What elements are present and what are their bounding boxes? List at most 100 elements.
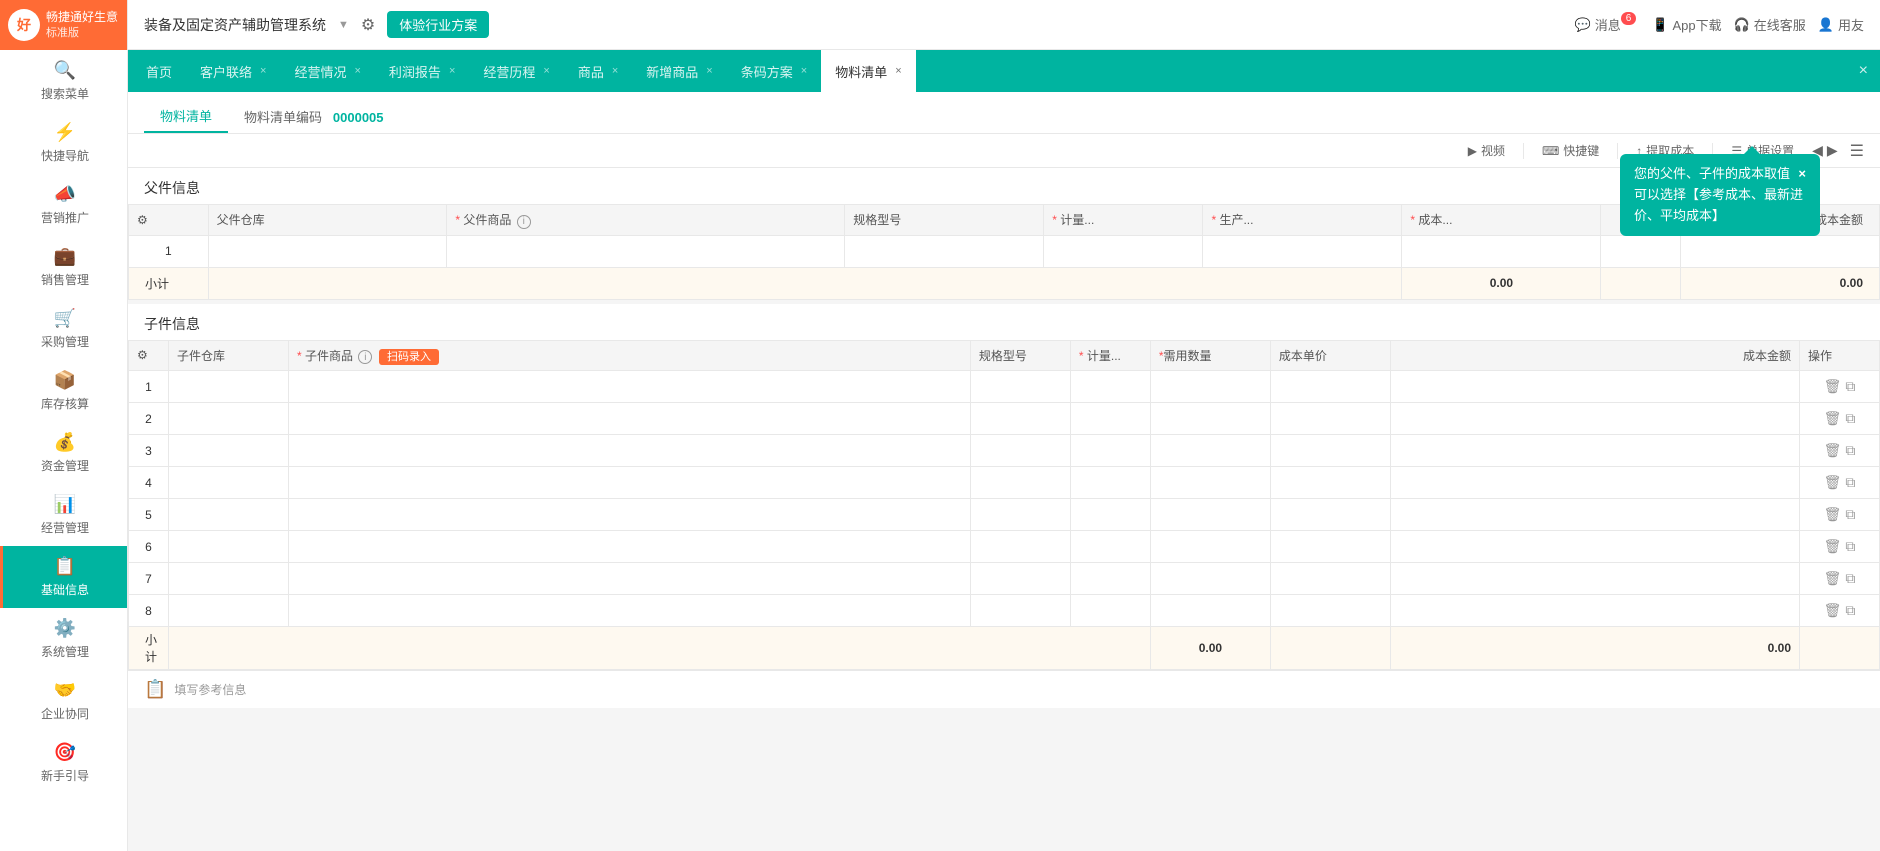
child-row-6-warehouse[interactable] <box>169 531 289 563</box>
child-row-2-warehouse[interactable] <box>169 403 289 435</box>
child-row-1-product[interactable] <box>289 371 971 403</box>
child-row-3-warehouse[interactable] <box>169 435 289 467</box>
child-row-2-qty[interactable] <box>1070 403 1150 435</box>
sidebar-item-quicknav[interactable]: ⚡ 快捷导航 <box>0 112 127 174</box>
child-row-6-need-qty[interactable] <box>1150 531 1270 563</box>
child-row-5-warehouse[interactable] <box>169 499 289 531</box>
child-row-6-product[interactable] <box>289 531 971 563</box>
tab-bom-close[interactable]: × <box>895 65 901 77</box>
child-row-6-unit-cost[interactable] <box>1270 531 1390 563</box>
child-th-settings[interactable]: ⚙ <box>129 340 169 371</box>
sidebar-item-operations[interactable]: 📊 经营管理 <box>0 484 127 546</box>
child-row-2-spec[interactable] <box>970 403 1070 435</box>
child-row-2-unit-cost[interactable] <box>1270 403 1390 435</box>
scan-button[interactable]: 扫码录入 <box>379 349 439 365</box>
child-row-2-need-qty[interactable] <box>1150 403 1270 435</box>
child-row-5-spec[interactable] <box>970 499 1070 531</box>
child-row-7-product[interactable] <box>289 563 971 595</box>
copy-icon-7[interactable]: ⧉ <box>1845 570 1855 587</box>
delete-icon-4[interactable]: 🗑 <box>1824 474 1842 491</box>
app-download-button[interactable]: 📱 App下载 <box>1652 15 1721 34</box>
sidebar-item-collab[interactable]: 🤝 企业协同 <box>0 670 127 732</box>
delete-icon-7[interactable]: 🗑 <box>1824 570 1842 587</box>
tab-bom[interactable]: 物料清单 × <box>821 50 915 92</box>
child-product-info-icon[interactable]: i <box>358 350 372 364</box>
child-row-4-unit-cost[interactable] <box>1270 467 1390 499</box>
child-row-3-product[interactable] <box>289 435 971 467</box>
child-row-4-product[interactable] <box>289 467 971 499</box>
tab-history-close[interactable]: × <box>543 65 549 77</box>
parent-qty-cell[interactable] <box>1044 235 1203 267</box>
tab-profit[interactable]: 利润报告 × <box>375 50 469 92</box>
shortcut-button[interactable]: ⌨ 快捷键 <box>1536 140 1605 161</box>
tab-customer-close[interactable]: × <box>260 65 266 77</box>
parent-spec-cell[interactable] <box>845 235 1044 267</box>
delete-icon-6[interactable]: 🗑 <box>1824 538 1842 555</box>
product-info-icon[interactable]: i <box>517 215 531 229</box>
sidebar-item-marketing[interactable]: 📣 营销推广 <box>0 174 127 236</box>
child-row-7-qty[interactable] <box>1070 563 1150 595</box>
child-row-5-qty[interactable] <box>1070 499 1150 531</box>
tab-product-close[interactable]: × <box>612 65 618 77</box>
nav-next-icon[interactable]: ▶ <box>1827 142 1838 159</box>
gear-icon[interactable]: ⚙ <box>361 15 375 35</box>
child-row-8-product[interactable] <box>289 595 971 627</box>
sidebar-item-guide[interactable]: 🎯 新手引导 <box>0 732 127 794</box>
child-row-8-unit-cost[interactable] <box>1270 595 1390 627</box>
sidebar-item-purchase[interactable]: 🛒 采购管理 <box>0 298 127 360</box>
child-row-6-qty[interactable] <box>1070 531 1150 563</box>
copy-icon-4[interactable]: ⧉ <box>1845 474 1855 491</box>
toolbar-menu-icon[interactable]: ☰ <box>1850 141 1864 161</box>
child-row-4-qty[interactable] <box>1070 467 1150 499</box>
sub-tab-bom-list[interactable]: 物料清单 <box>144 100 228 133</box>
child-row-7-need-qty[interactable] <box>1150 563 1270 595</box>
child-row-1-qty[interactable] <box>1070 371 1150 403</box>
close-all-tabs[interactable]: × <box>1851 62 1876 80</box>
child-row-7-unit-cost[interactable] <box>1270 563 1390 595</box>
tab-operations-close[interactable]: × <box>354 65 360 77</box>
child-row-5-unit-cost[interactable] <box>1270 499 1390 531</box>
delete-icon-5[interactable]: 🗑 <box>1824 506 1842 523</box>
parent-cost-cell[interactable] <box>1402 235 1601 267</box>
child-row-3-need-qty[interactable] <box>1150 435 1270 467</box>
experience-button[interactable]: 体验行业方案 <box>387 11 489 38</box>
sidebar-item-search[interactable]: 🔍 搜索菜单 <box>0 50 127 112</box>
video-button[interactable]: ▶ 视频 <box>1462 140 1511 161</box>
sidebar-item-sales[interactable]: 💼 销售管理 <box>0 236 127 298</box>
child-row-8-need-qty[interactable] <box>1150 595 1270 627</box>
tooltip-close-button[interactable]: × <box>1798 164 1806 185</box>
tab-barcode[interactable]: 条码方案 × <box>727 50 821 92</box>
sidebar-item-inventory[interactable]: 📦 库存核算 <box>0 360 127 422</box>
sidebar-item-system[interactable]: ⚙️ 系统管理 <box>0 608 127 670</box>
copy-icon-3[interactable]: ⧉ <box>1845 442 1855 459</box>
delete-icon-1[interactable]: 🗑 <box>1824 378 1842 395</box>
copy-icon-8[interactable]: ⧉ <box>1845 602 1855 619</box>
sidebar-item-basic-info[interactable]: 📋 基础信息 <box>0 546 127 608</box>
child-row-8-spec[interactable] <box>970 595 1070 627</box>
copy-icon-1[interactable]: ⧉ <box>1845 378 1855 395</box>
child-row-8-warehouse[interactable] <box>169 595 289 627</box>
tab-new-product[interactable]: 新增商品 × <box>632 50 726 92</box>
online-service-button[interactable]: 🎧 在线客服 <box>1734 15 1806 34</box>
child-row-4-need-qty[interactable] <box>1150 467 1270 499</box>
child-row-1-need-qty[interactable] <box>1150 371 1270 403</box>
child-row-3-qty[interactable] <box>1070 435 1150 467</box>
parent-product-cell[interactable] <box>447 235 845 267</box>
child-row-3-unit-cost[interactable] <box>1270 435 1390 467</box>
child-row-8-qty[interactable] <box>1070 595 1150 627</box>
child-row-4-warehouse[interactable] <box>169 467 289 499</box>
child-row-4-spec[interactable] <box>970 467 1070 499</box>
parent-production-cell[interactable] <box>1203 235 1402 267</box>
child-row-7-spec[interactable] <box>970 563 1070 595</box>
copy-icon-5[interactable]: ⧉ <box>1845 506 1855 523</box>
child-row-1-spec[interactable] <box>970 371 1070 403</box>
child-row-7-warehouse[interactable] <box>169 563 289 595</box>
tab-new-product-close[interactable]: × <box>706 65 712 77</box>
tab-product[interactable]: 商品 × <box>564 50 632 92</box>
tab-operations[interactable]: 经营情况 × <box>280 50 374 92</box>
child-row-2-product[interactable] <box>289 403 971 435</box>
parent-th-settings[interactable]: ⚙ <box>129 205 209 236</box>
tab-history[interactable]: 经营历程 × <box>469 50 563 92</box>
dropdown-arrow-system[interactable]: ▼ <box>338 19 349 31</box>
child-row-3-spec[interactable] <box>970 435 1070 467</box>
